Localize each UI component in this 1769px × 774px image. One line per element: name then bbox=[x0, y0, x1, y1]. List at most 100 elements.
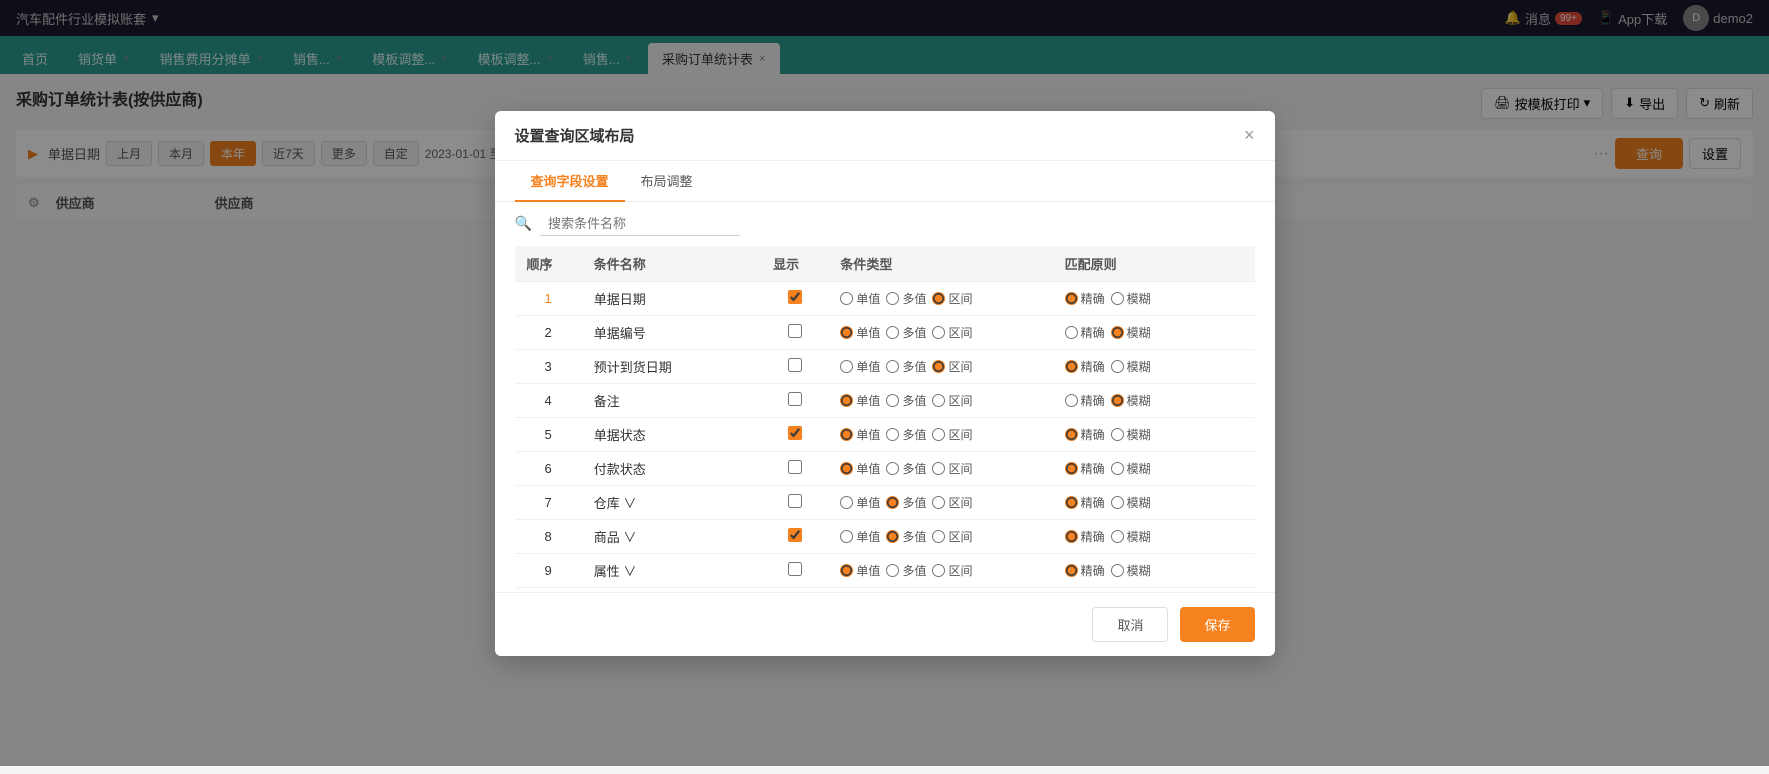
cell-show bbox=[761, 383, 828, 417]
show-checkbox[interactable] bbox=[788, 494, 802, 508]
table-row: 1单据日期单值多值区间精确模糊 bbox=[515, 282, 1255, 316]
type-radio-single[interactable]: 单值 bbox=[840, 460, 880, 477]
dialog-search-area: 🔍 bbox=[495, 202, 1275, 246]
match-radio-fuzzy[interactable]: 模糊 bbox=[1111, 426, 1151, 443]
cell-order: 3 bbox=[515, 349, 582, 383]
type-radio-single[interactable]: 单值 bbox=[840, 358, 880, 375]
match-radio-group: 精确模糊 bbox=[1065, 290, 1243, 307]
match-radio-fuzzy[interactable]: 模糊 bbox=[1111, 358, 1151, 375]
type-radio-group: 单值多值区间 bbox=[840, 290, 1040, 307]
match-radio-exact[interactable]: 精确 bbox=[1065, 528, 1105, 545]
show-checkbox[interactable] bbox=[788, 426, 802, 440]
type-radio-multi[interactable]: 多值 bbox=[886, 562, 926, 579]
cell-match: 精确模糊 bbox=[1053, 553, 1255, 587]
type-radio-multi[interactable]: 多值 bbox=[886, 358, 926, 375]
table-row: 2单据编号单值多值区间精确模糊 bbox=[515, 315, 1255, 349]
col-header-show: 显示 bbox=[761, 246, 828, 282]
match-radio-fuzzy[interactable]: 模糊 bbox=[1111, 460, 1151, 477]
table-row: 8商品 ∨单值多值区间精确模糊 bbox=[515, 519, 1255, 553]
cell-show bbox=[761, 349, 828, 383]
cell-type: 单值多值区间 bbox=[828, 485, 1052, 519]
match-radio-fuzzy[interactable]: 模糊 bbox=[1111, 290, 1151, 307]
show-checkbox[interactable] bbox=[788, 460, 802, 474]
show-checkbox[interactable] bbox=[788, 528, 802, 542]
type-radio-range[interactable]: 区间 bbox=[932, 290, 972, 307]
tab-query-fields[interactable]: 查询字段设置 bbox=[515, 161, 625, 202]
col-header-name: 条件名称 bbox=[582, 246, 761, 282]
type-radio-multi[interactable]: 多值 bbox=[886, 324, 926, 341]
cell-type: 单值多值区间 bbox=[828, 417, 1052, 451]
cell-order: 1 bbox=[515, 282, 582, 316]
type-radio-group: 单值多值区间 bbox=[840, 494, 1040, 511]
type-radio-range[interactable]: 区间 bbox=[932, 460, 972, 477]
cell-type: 单值多值区间 bbox=[828, 383, 1052, 417]
match-radio-exact[interactable]: 精确 bbox=[1065, 460, 1105, 477]
type-radio-range[interactable]: 区间 bbox=[932, 528, 972, 545]
dialog-header: 设置查询区域布局 × bbox=[495, 111, 1275, 161]
type-radio-range[interactable]: 区间 bbox=[932, 392, 972, 409]
show-checkbox[interactable] bbox=[788, 392, 802, 406]
match-radio-fuzzy[interactable]: 模糊 bbox=[1111, 392, 1151, 409]
type-radio-multi[interactable]: 多值 bbox=[886, 426, 926, 443]
type-radio-single[interactable]: 单值 bbox=[840, 562, 880, 579]
match-radio-exact[interactable]: 精确 bbox=[1065, 324, 1105, 341]
cell-order: 8 bbox=[515, 519, 582, 553]
match-radio-exact[interactable]: 精确 bbox=[1065, 358, 1105, 375]
type-radio-single[interactable]: 单值 bbox=[840, 392, 880, 409]
match-radio-exact[interactable]: 精确 bbox=[1065, 290, 1105, 307]
match-radio-exact[interactable]: 精确 bbox=[1065, 392, 1105, 409]
match-radio-fuzzy[interactable]: 模糊 bbox=[1111, 528, 1151, 545]
match-radio-fuzzy[interactable]: 模糊 bbox=[1111, 562, 1151, 579]
dialog-close-btn[interactable]: × bbox=[1244, 125, 1255, 146]
cell-type: 单值多值区间 bbox=[828, 553, 1052, 587]
tab-layout-adjust[interactable]: 布局调整 bbox=[625, 161, 709, 202]
type-radio-multi[interactable]: 多值 bbox=[886, 494, 926, 511]
type-radio-range[interactable]: 区间 bbox=[932, 426, 972, 443]
type-radio-range[interactable]: 区间 bbox=[932, 358, 972, 375]
type-radio-single[interactable]: 单值 bbox=[840, 494, 880, 511]
type-radio-single[interactable]: 单值 bbox=[840, 324, 880, 341]
cell-name: 单据编号 bbox=[582, 315, 761, 349]
search-icon: 🔍 bbox=[515, 215, 532, 232]
type-radio-multi[interactable]: 多值 bbox=[886, 290, 926, 307]
cell-order: 7 bbox=[515, 485, 582, 519]
table-row: 6付款状态单值多值区间精确模糊 bbox=[515, 451, 1255, 485]
match-radio-fuzzy[interactable]: 模糊 bbox=[1111, 494, 1151, 511]
cell-name: 仓库 ∨ bbox=[582, 485, 761, 519]
type-radio-single[interactable]: 单值 bbox=[840, 426, 880, 443]
cell-order: 4 bbox=[515, 383, 582, 417]
cell-name: 预计到货日期 bbox=[582, 349, 761, 383]
match-radio-fuzzy[interactable]: 模糊 bbox=[1111, 324, 1151, 341]
search-input[interactable] bbox=[540, 212, 740, 236]
cell-match: 精确模糊 bbox=[1053, 417, 1255, 451]
table-row: 9属性 ∨单值多值区间精确模糊 bbox=[515, 553, 1255, 587]
show-checkbox[interactable] bbox=[788, 358, 802, 372]
type-radio-single[interactable]: 单值 bbox=[840, 290, 880, 307]
match-radio-exact[interactable]: 精确 bbox=[1065, 426, 1105, 443]
type-radio-range[interactable]: 区间 bbox=[932, 494, 972, 511]
match-radio-exact[interactable]: 精确 bbox=[1065, 494, 1105, 511]
cell-type: 单值多值区间 bbox=[828, 282, 1052, 316]
cell-show bbox=[761, 519, 828, 553]
cancel-button[interactable]: 取消 bbox=[1092, 607, 1168, 642]
show-checkbox[interactable] bbox=[788, 324, 802, 338]
type-radio-multi[interactable]: 多值 bbox=[886, 528, 926, 545]
show-checkbox[interactable] bbox=[788, 290, 802, 304]
show-checkbox[interactable] bbox=[788, 562, 802, 576]
type-radio-range[interactable]: 区间 bbox=[932, 324, 972, 341]
cell-name: 属性 ∨ bbox=[582, 553, 761, 587]
type-radio-multi[interactable]: 多值 bbox=[886, 392, 926, 409]
type-radio-group: 单值多值区间 bbox=[840, 460, 1040, 477]
type-radio-group: 单值多值区间 bbox=[840, 324, 1040, 341]
type-radio-single[interactable]: 单值 bbox=[840, 528, 880, 545]
match-radio-group: 精确模糊 bbox=[1065, 562, 1243, 579]
match-radio-exact[interactable]: 精确 bbox=[1065, 562, 1105, 579]
match-radio-group: 精确模糊 bbox=[1065, 528, 1243, 545]
type-radio-range[interactable]: 区间 bbox=[932, 562, 972, 579]
type-radio-multi[interactable]: 多值 bbox=[886, 460, 926, 477]
match-radio-group: 精确模糊 bbox=[1065, 324, 1243, 341]
table-row: 5单据状态单值多值区间精确模糊 bbox=[515, 417, 1255, 451]
table-row: 7仓库 ∨ 单值多值区间 精确模糊 bbox=[515, 485, 1255, 519]
save-button[interactable]: 保存 bbox=[1180, 607, 1254, 642]
modal-overlay: 设置查询区域布局 × 查询字段设置 布局调整 🔍 顺序 条件名称 bbox=[0, 0, 1769, 766]
